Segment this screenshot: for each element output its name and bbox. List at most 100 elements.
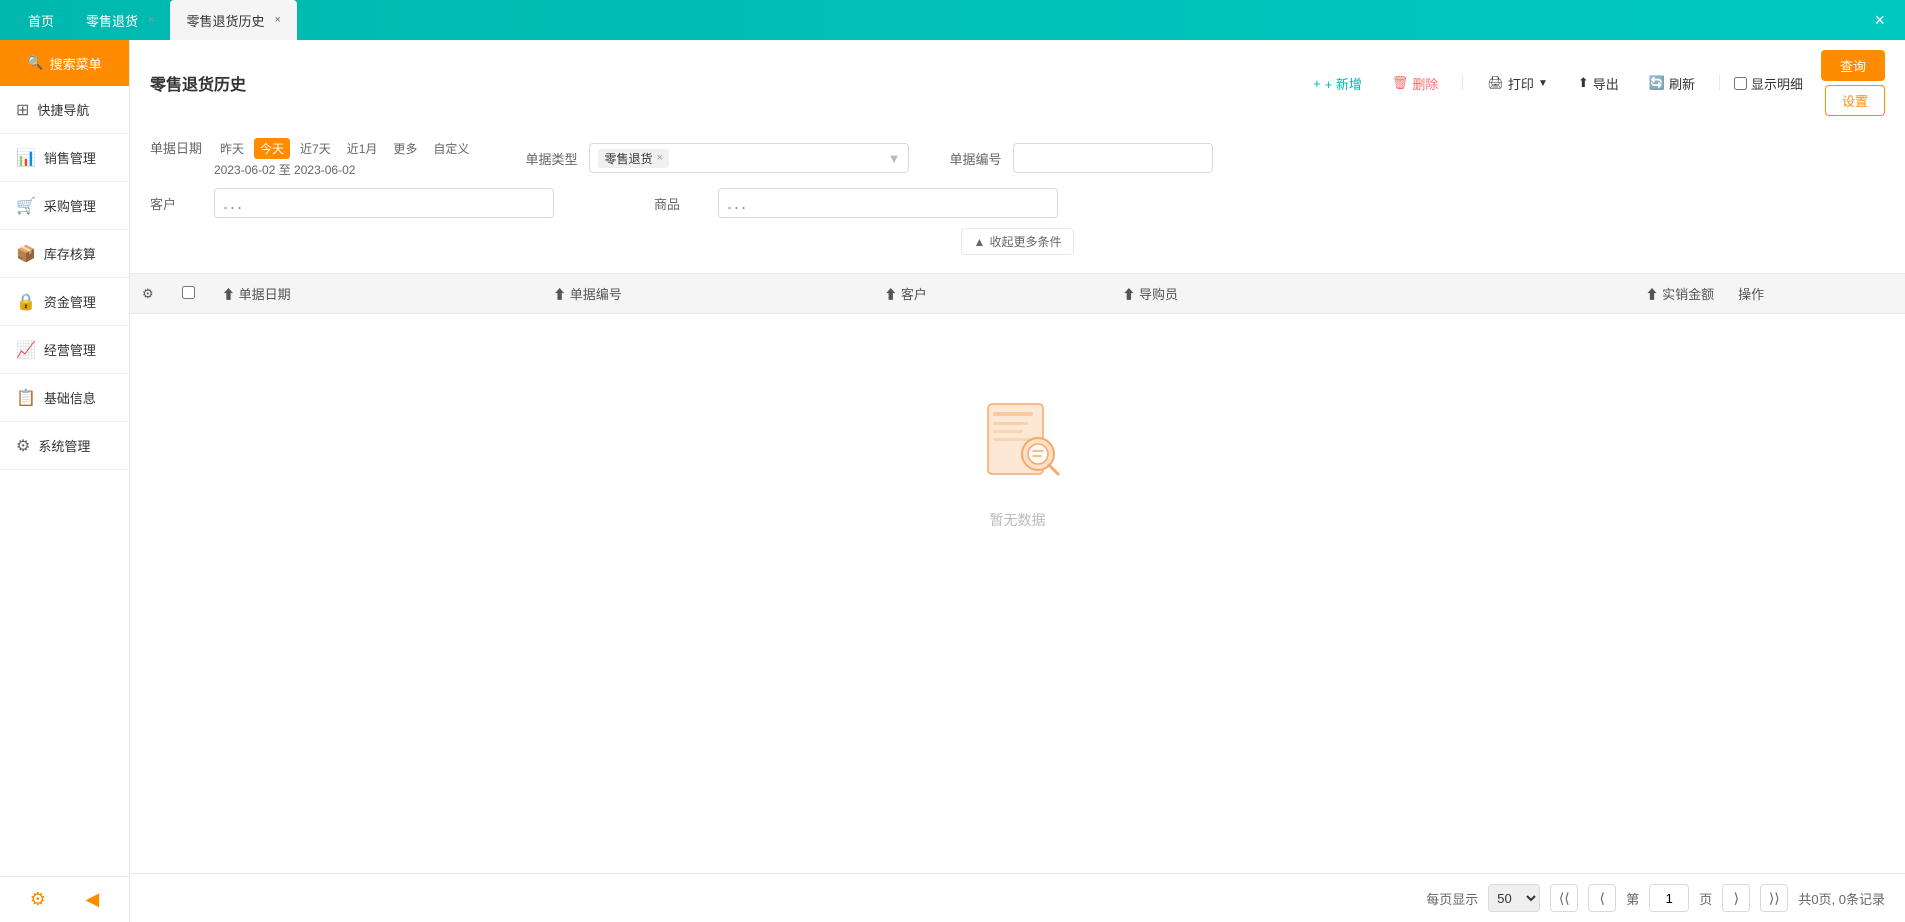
refresh-icon: 🔄 [1649,75,1665,91]
collapse-label: 收起更多条件 [989,233,1061,250]
tab-retail-return-history-close[interactable]: × [274,14,280,26]
sidebar-search[interactable]: 🔍 搜索菜单 [0,40,129,86]
sidebar-item-inventory-check[interactable]: 📦 库存核算 [0,230,129,278]
doc-type-label: 单据类型 [525,149,581,168]
sidebar-item-label: 基础信息 [44,388,96,407]
select-all-checkbox[interactable] [182,286,195,299]
sidebar-item-quick-nav[interactable]: ⊞ 快捷导航 [0,86,129,134]
filter-row-2: 客户 ... 商品 ... [150,188,1885,218]
sidebar-item-sales-mgmt[interactable]: 📊 销售管理 [0,134,129,182]
col-guide-label: ⬆ 导购员 [1122,287,1178,302]
tab-retail-return[interactable]: 零售退货 × [70,0,170,40]
doc-type-select[interactable]: 零售退货 × ▼ [589,143,909,173]
doc-number-input[interactable] [1013,143,1213,173]
delete-button[interactable]: 🗑 删除 [1382,69,1449,98]
customer-filter-label: 客户 [150,194,206,213]
date-btn-today[interactable]: 今天 [254,138,290,159]
print-icon: 🖨 [1487,75,1504,91]
search-icon: 🔍 [27,55,43,71]
page-size-select[interactable]: 50 100 200 [1488,884,1540,912]
filter-row-1: 单据日期 昨天 今天 近7天 近1月 更多 自定义 2023-06-02 至 2… [150,138,1885,178]
last-page-button[interactable]: ⟩⟩ [1760,884,1788,912]
new-button[interactable]: + + 新增 [1303,69,1372,98]
date-btn-more[interactable]: 更多 [387,138,423,159]
column-settings-icon[interactable]: ⚙ [142,286,154,301]
empty-text: 暂无数据 [990,510,1046,530]
sidebar-item-label: 系统管理 [38,436,90,455]
prev-page-button[interactable]: ⟨ [1588,884,1616,912]
doc-type-tag-close[interactable]: × [656,152,662,164]
settings-button[interactable]: 设置 [1825,85,1885,116]
content-area: 零售退货历史 + + 新增 🗑 删除 🖨 打印 ▼ [130,40,1905,922]
sales-icon: 📊 [16,148,36,168]
toolbar-divider2 [1719,75,1720,91]
page-label: 第 [1626,889,1639,908]
show-detail-checkbox-input[interactable] [1734,77,1747,90]
col-customer: ⬆ 客户 [872,274,1110,314]
tab-home-label: 首页 [28,11,54,30]
settings-icon[interactable]: ⚙ [30,889,46,910]
date-btn-yesterday[interactable]: 昨天 [214,138,250,159]
col-amount-label: ⬆ 实销金额 [1646,287,1715,302]
sidebar-item-label: 经营管理 [44,340,96,359]
close-window-button[interactable]: × [1866,10,1893,31]
page-title: 零售退货历史 [150,71,246,95]
next-page-button[interactable]: ⟩ [1722,884,1750,912]
tab-retail-return-history[interactable]: 零售退货历史 × [170,0,296,40]
per-page-label: 每页显示 [1426,889,1478,908]
col-amount: ⬆ 实销金额 [1395,274,1726,314]
inventory-icon: 📦 [16,244,36,264]
col-checkbox[interactable] [170,274,210,314]
collapse-icon: ▲ [974,235,986,249]
export-button[interactable]: ⬆ 导出 [1568,69,1629,98]
product-dots: ... [727,193,748,214]
collapse-filter-button[interactable]: ▲ 收起更多条件 [961,228,1075,255]
export-icon: ⬆ [1578,75,1589,91]
page-number-input[interactable] [1649,884,1689,912]
sidebar-item-finance-mgmt[interactable]: 🔒 资金管理 [0,278,129,326]
first-page-button[interactable]: ⟨⟨ [1550,884,1578,912]
data-table: ⚙ ⬆ 单据日期 ⬆ 单据编号 ⬆ 客户 [130,274,1905,590]
date-btn-1month[interactable]: 近1月 [341,138,384,159]
date-filter-block: 昨天 今天 近7天 近1月 更多 自定义 2023-06-02 至 2023-0… [214,138,475,178]
table-footer: 每页显示 50 100 200 ⟨⟨ ⟨ 第 页 ⟩ ⟩⟩ 共0页, 0条记录 [130,873,1905,922]
date-btn-7days[interactable]: 近7天 [294,138,337,159]
date-filter-label: 单据日期 [150,138,206,157]
page-header: 零售退货历史 + + 新增 🗑 删除 🖨 打印 ▼ [130,40,1905,274]
tab-home[interactable]: 首页 [12,0,70,40]
col-action: 操作 [1726,274,1905,314]
toolbar-divider [1462,75,1463,91]
refresh-button[interactable]: 🔄 刷新 [1639,69,1705,98]
tab-retail-return-history-label: 零售退货历史 [186,11,264,30]
sidebar-bottom: ⚙ ◀ [0,876,129,922]
empty-illustration [968,394,1068,494]
customer-dots: ... [223,193,244,214]
table-header: ⚙ ⬆ 单据日期 ⬆ 单据编号 ⬆ 客户 [130,274,1905,314]
col-settings[interactable]: ⚙ [130,274,170,314]
empty-state-cell: 暂无数据 [130,314,1905,591]
col-date-label: ⬆ 单据日期 [222,287,291,302]
collapse-sidebar-icon[interactable]: ◀ [85,889,99,910]
system-icon: ⚙ [16,436,30,456]
table-body: 暂无数据 [130,314,1905,591]
sidebar-item-operations-mgmt[interactable]: 📈 经营管理 [0,326,129,374]
new-icon: + [1313,76,1321,91]
query-button[interactable]: 查询 [1821,50,1885,81]
date-btn-custom[interactable]: 自定义 [427,138,475,159]
sidebar-item-basic-info[interactable]: 📋 基础信息 [0,374,129,422]
finance-icon: 🔒 [16,292,36,312]
sidebar-item-purchase-mgmt[interactable]: 🛒 采购管理 [0,182,129,230]
top-bar-right: × [1866,10,1893,31]
basic-info-icon: 📋 [16,388,36,408]
product-select[interactable]: ... [718,188,1058,218]
print-button[interactable]: 🖨 打印 ▼ [1477,69,1557,98]
col-date: ⬆ 单据日期 [210,274,541,314]
customer-select[interactable]: ... [214,188,554,218]
sidebar-item-system-mgmt[interactable]: ⚙ 系统管理 [0,422,129,470]
col-number: ⬆ 单据编号 [541,274,872,314]
sidebar-item-label: 采购管理 [44,196,96,215]
page-header-top: 零售退货历史 + + 新增 🗑 删除 🖨 打印 ▼ [150,50,1885,116]
show-detail-toggle[interactable]: 显示明细 [1734,74,1803,93]
col-action-label: 操作 [1738,287,1764,302]
tab-retail-return-close[interactable]: × [148,14,154,26]
